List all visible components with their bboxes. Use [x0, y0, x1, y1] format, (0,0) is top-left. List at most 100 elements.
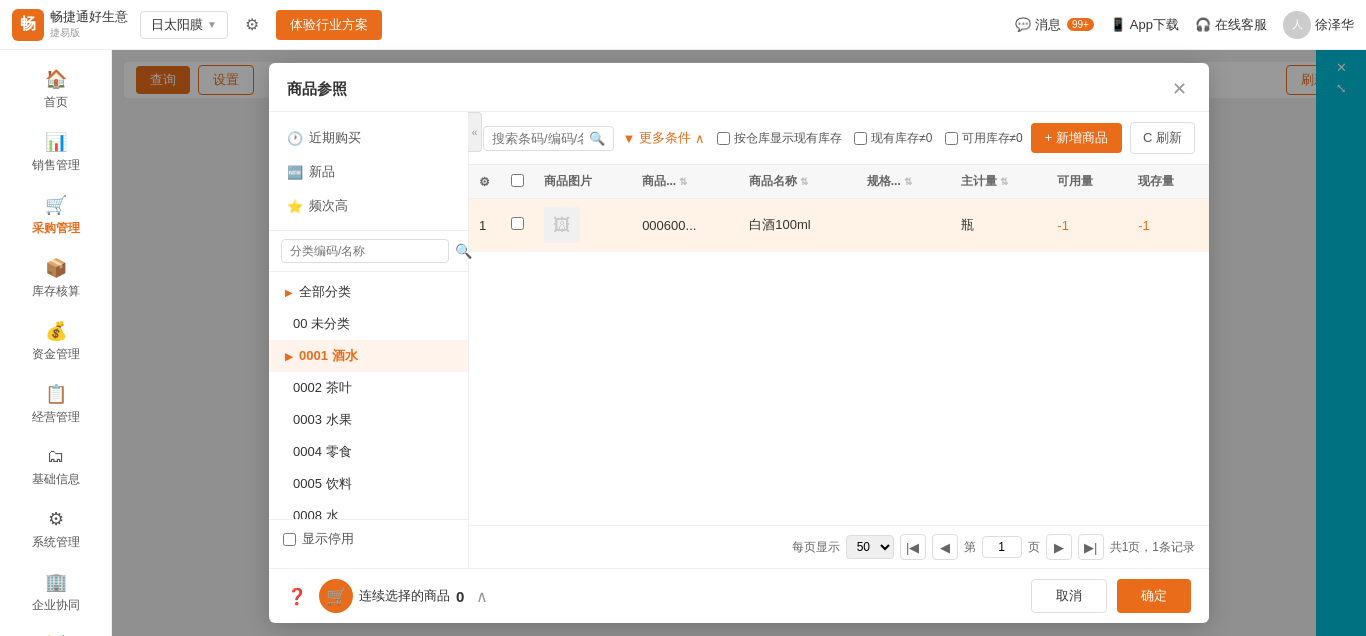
th-settings[interactable]: ⚙	[469, 165, 501, 199]
category-item-fruit[interactable]: 0003 水果	[269, 404, 468, 436]
sidebar-item-finance[interactable]: 💰 资金管理	[0, 310, 111, 373]
column-settings-icon[interactable]: ⚙	[479, 175, 490, 189]
sidebar-item-purchase[interactable]: 🛒 采购管理	[0, 184, 111, 247]
product-table-wrap: ⚙ 商品图片 商品...	[469, 165, 1209, 525]
sidebar-item-inventory[interactable]: 📦 库存核算	[0, 247, 111, 310]
first-page-button[interactable]: |◀	[900, 534, 926, 560]
user-item[interactable]: 人 徐泽华	[1283, 11, 1354, 39]
left-tab-frequent[interactable]: ⭐ 频次高	[277, 190, 460, 222]
cond-existing-stock[interactable]: 现有库存≠0	[854, 130, 932, 147]
user-name: 徐泽华	[1315, 16, 1354, 34]
add-product-button[interactable]: + 新增商品	[1031, 123, 1122, 153]
table-row[interactable]: 1 🖼 000600... 白酒100ml	[469, 199, 1209, 252]
product-search-box: 🔍	[483, 126, 614, 151]
basics-icon: 🗂	[47, 446, 65, 467]
category-fruit-label: 0003 水果	[293, 411, 352, 429]
sidebar-label-operations: 经营管理	[32, 409, 80, 426]
th-unit[interactable]: 主计量 ⇅	[951, 165, 1048, 199]
logo-sub: 捷易版	[50, 26, 128, 40]
category-item-tea[interactable]: 0002 茶叶	[269, 372, 468, 404]
cond-warehouse-stock[interactable]: 按仓库显示现有库存	[717, 130, 842, 147]
per-page-select[interactable]: 50	[846, 535, 894, 559]
online-service-item[interactable]: 🎧 在线客服	[1195, 16, 1267, 34]
confirm-button[interactable]: 确定	[1117, 579, 1191, 613]
help-icon[interactable]: ❓	[287, 587, 307, 606]
page-number-input[interactable]: 1	[982, 536, 1022, 558]
cell-checkbox[interactable]	[501, 199, 534, 252]
modal-left-bottom: 显示停用	[269, 519, 468, 558]
category-tea-label: 0002 茶叶	[293, 379, 352, 397]
sales-icon: 📊	[45, 131, 67, 153]
th-spec[interactable]: 规格... ⇅	[857, 165, 951, 199]
select-all-checkbox[interactable]	[511, 174, 524, 187]
sidebar-item-guide[interactable]: 🔰 新手引导	[0, 624, 111, 636]
settings-icon[interactable]: ⚙	[236, 9, 268, 41]
th-checkbox[interactable]	[501, 165, 534, 199]
cart-toggle-icon[interactable]: ∧	[476, 587, 488, 606]
messages-item[interactable]: 💬 消息 99+	[1015, 16, 1094, 34]
category-item-all[interactable]: ▶ 全部分类	[269, 276, 468, 308]
left-tab-new[interactable]: 🆕 新品	[277, 156, 460, 188]
show-disabled-checkbox[interactable]	[283, 533, 296, 546]
collapse-left-panel-btn[interactable]: «	[468, 112, 482, 152]
trial-button[interactable]: 体验行业方案	[276, 10, 382, 40]
cart-area[interactable]: 🛒 连续选择的商品 0	[319, 579, 464, 613]
cell-available: -1	[1047, 199, 1128, 252]
system-icon: ⚙	[48, 508, 64, 530]
modal-toolbar: 🔍 ▼ 更多条件 ∧ 按仓库显示现有库存	[469, 112, 1209, 165]
logo-text: 畅捷通好生意	[50, 9, 128, 26]
next-page-button[interactable]: ▶	[1046, 534, 1072, 560]
row-checkbox[interactable]	[511, 217, 524, 230]
app-download-item[interactable]: 📱 App下载	[1110, 16, 1179, 34]
more-conditions-button[interactable]: ▼ 更多条件 ∧	[622, 129, 705, 147]
sidebar-item-system[interactable]: ⚙ 系统管理	[0, 498, 111, 561]
category-search-icon[interactable]: 🔍	[455, 243, 472, 259]
cart-label: 连续选择的商品	[359, 587, 450, 605]
branch-selector[interactable]: 日太阳膜 ▼	[140, 11, 228, 39]
category-search-input[interactable]	[281, 239, 449, 263]
last-page-button[interactable]: ▶|	[1078, 534, 1104, 560]
category-item-wine[interactable]: ▶ 0001 酒水	[269, 340, 468, 372]
modal-left-panel: 🕐 近期购买 🆕 新品 ⭐ 频次高	[269, 112, 469, 568]
category-item-water[interactable]: 0008 水	[269, 500, 468, 519]
sidebar-item-sales[interactable]: 📊 销售管理	[0, 121, 111, 184]
category-item-beverage[interactable]: 0005 饮料	[269, 468, 468, 500]
modal-close-button[interactable]: ✕	[1167, 77, 1191, 101]
prev-page-button[interactable]: ◀	[932, 534, 958, 560]
th-code[interactable]: 商品... ⇅	[632, 165, 739, 199]
cond-existing-checkbox[interactable]	[854, 132, 867, 145]
show-disabled-label[interactable]: 显示停用	[283, 530, 454, 548]
left-tab-new-label: 新品	[309, 163, 335, 181]
category-wine-label: 0001 酒水	[299, 347, 358, 365]
category-item-snack[interactable]: 0004 零食	[269, 436, 468, 468]
category-water-label: 0008 水	[293, 507, 339, 519]
cond-available-checkbox[interactable]	[945, 132, 958, 145]
category-item-uncategorized[interactable]: 00 未分类	[269, 308, 468, 340]
sidebar-item-enterprise[interactable]: 🏢 企业协同	[0, 561, 111, 624]
sidebar-label-finance: 资金管理	[32, 346, 80, 363]
th-code-label: 商品...	[642, 173, 676, 190]
sidebar-item-basics[interactable]: 🗂 基础信息	[0, 436, 111, 498]
cancel-button[interactable]: 取消	[1031, 579, 1107, 613]
cond-available-stock[interactable]: 可用库存≠0	[945, 130, 1023, 147]
th-stock: 现存量	[1128, 165, 1209, 199]
cart-count: 0	[456, 588, 464, 605]
product-table-body: 1 🖼 000600... 白酒100ml	[469, 199, 1209, 252]
cell-seq: 1	[469, 199, 501, 252]
th-name[interactable]: 商品名称 ⇅	[739, 165, 857, 199]
sidebar-item-home[interactable]: 🏠 首页	[0, 58, 111, 121]
show-disabled-text: 显示停用	[302, 530, 354, 548]
operations-icon: 📋	[45, 383, 67, 405]
online-service-label: 在线客服	[1215, 16, 1267, 34]
per-page-label: 每页显示	[792, 539, 840, 556]
category-snack-label: 0004 零食	[293, 443, 352, 461]
left-tab-recent[interactable]: 🕐 近期购买	[277, 122, 460, 154]
messages-label: 消息	[1035, 16, 1061, 34]
product-search-input[interactable]	[492, 131, 583, 146]
sidebar-item-operations[interactable]: 📋 经营管理	[0, 373, 111, 436]
cond-warehouse-checkbox[interactable]	[717, 132, 730, 145]
search-magnifier-icon[interactable]: 🔍	[589, 131, 605, 146]
cell-spec	[857, 199, 951, 252]
refresh-button[interactable]: C 刷新	[1130, 122, 1195, 154]
left-tab-frequent-label: 频次高	[309, 197, 348, 215]
